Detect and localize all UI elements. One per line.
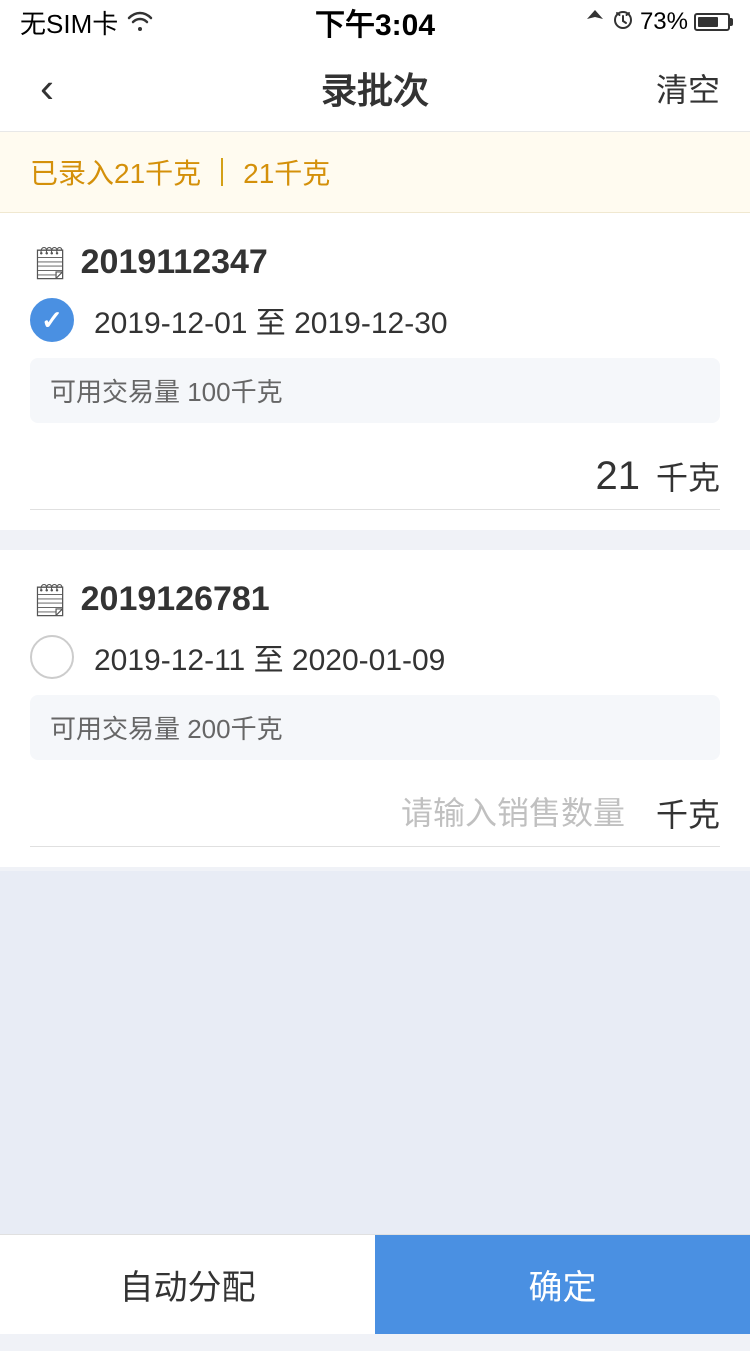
recorded-label: 已录入21千克 (30, 152, 201, 192)
batch2-input-unit: 千克 (656, 790, 720, 836)
wifi-icon (126, 7, 154, 38)
auto-assign-label: 自动分配 (120, 1260, 256, 1309)
batch2-icon: 🗒 (30, 581, 71, 619)
alarm-icon (612, 8, 634, 37)
section-sep-1 (0, 534, 750, 550)
batch1-row: 2019-12-01 至 2019-12-30 (30, 298, 720, 342)
nav-bar: ‹ 录批次 清空 (0, 44, 750, 132)
batch1-checkbox[interactable] (30, 298, 74, 342)
batch2-checkbox[interactable] (30, 635, 74, 679)
page-title: 录批次 (321, 62, 429, 114)
batch1-number: 2019112347 (81, 243, 268, 282)
battery-percent: 73% (640, 8, 688, 36)
status-left: 无SIM卡 (20, 4, 154, 41)
batch1-quantity-value: 21 (595, 454, 640, 499)
recorded-amount: 21千克 (243, 152, 330, 192)
status-right: 73% (584, 8, 730, 37)
info-divider (221, 158, 223, 186)
clear-button[interactable]: 清空 (656, 65, 720, 111)
empty-area (0, 871, 750, 1251)
batch1-date-range: 2019-12-01 至 2019-12-30 (94, 298, 448, 342)
batch2-date-range: 2019-12-11 至 2020-01-09 (94, 635, 445, 679)
batch1-quantity-row: 21 千克 (30, 443, 720, 510)
batch2-input-row: 千克 (30, 780, 720, 847)
status-bar: 无SIM卡 下午3:04 (0, 0, 750, 44)
batch1-header: 🗒 2019112347 (30, 243, 720, 282)
batch2-header: 🗒 2019126781 (30, 580, 720, 619)
batch1-quantity-unit: 千克 (656, 453, 720, 499)
batch2-number: 2019126781 (81, 580, 270, 619)
back-button[interactable]: ‹ (30, 54, 64, 122)
batch1-available: 可用交易量 100千克 (30, 358, 720, 423)
batch2-quantity-input[interactable] (340, 795, 640, 832)
batch2-available: 可用交易量 200千克 (30, 695, 720, 760)
batch2-row: 2019-12-11 至 2020-01-09 (30, 635, 720, 679)
batch1-card: 🗒 2019112347 2019-12-01 至 2019-12-30 可用交… (0, 213, 750, 530)
content-area: 已录入21千克 21千克 🗒 2019112347 2019-12-01 至 2… (0, 132, 750, 1351)
batch1-icon: 🗒 (30, 244, 71, 282)
battery-icon (694, 13, 730, 31)
confirm-button[interactable]: 确定 (375, 1235, 750, 1334)
info-banner: 已录入21千克 21千克 (0, 132, 750, 213)
auto-assign-button[interactable]: 自动分配 (0, 1235, 375, 1334)
batch2-card: 🗒 2019126781 2019-12-11 至 2020-01-09 可用交… (0, 550, 750, 867)
confirm-label: 确定 (529, 1260, 597, 1309)
time-display: 下午3:04 (315, 0, 435, 44)
location-icon (584, 8, 606, 37)
bottom-bar: 自动分配 确定 (0, 1234, 750, 1334)
carrier-text: 无SIM卡 (20, 4, 118, 41)
